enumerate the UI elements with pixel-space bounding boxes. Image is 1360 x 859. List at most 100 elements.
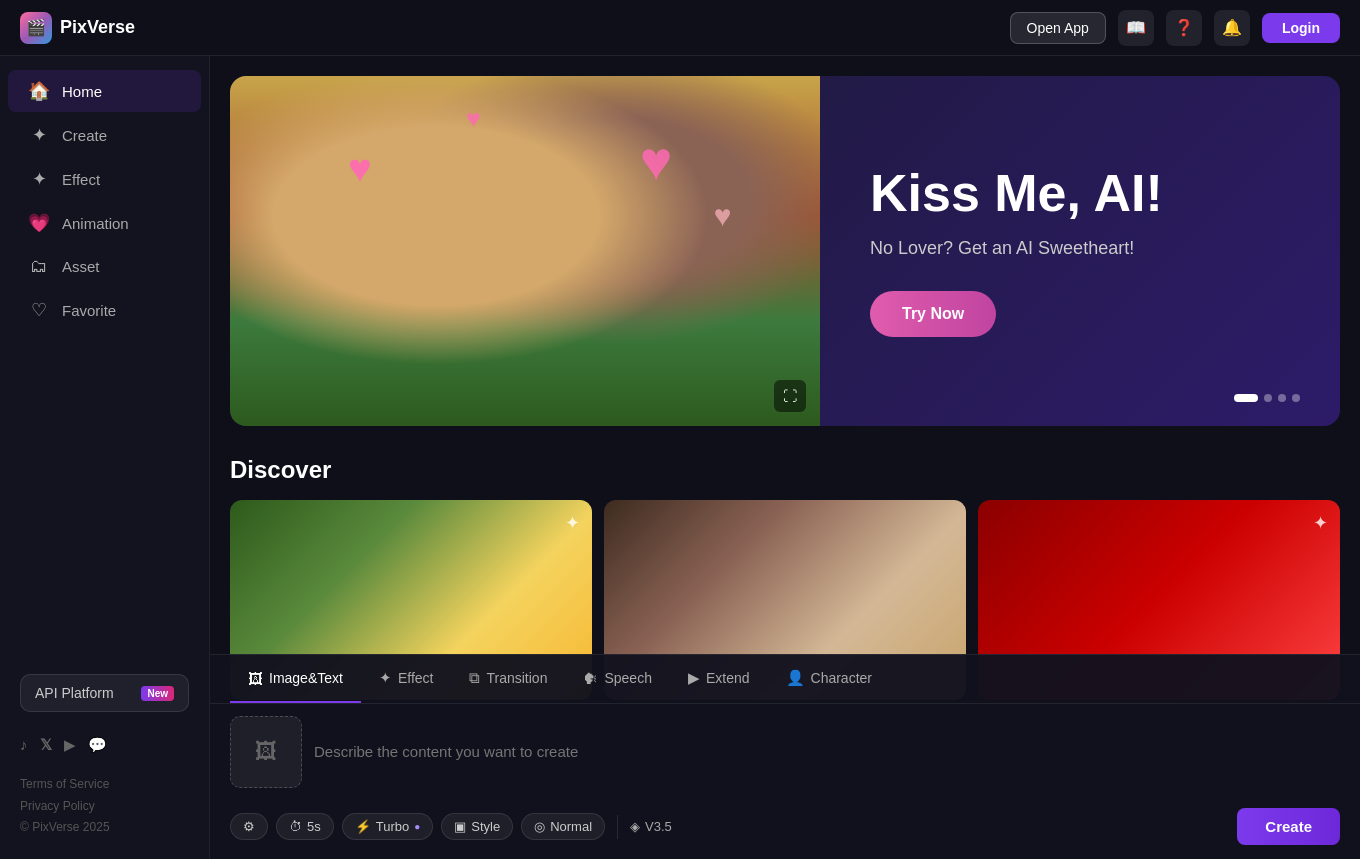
tab-character-label: Character (811, 670, 872, 686)
speech-icon: 🗣 (583, 670, 598, 687)
animation-icon: 💗 (28, 212, 50, 234)
tab-speech-label: Speech (604, 670, 651, 686)
settings-icon: ⚙ (243, 819, 255, 834)
video-card-3-icon: ✦ (1313, 512, 1328, 534)
version-icon: ◈ (630, 819, 640, 834)
sidebar-item-label: Asset (62, 258, 100, 275)
login-button[interactable]: Login (1262, 13, 1340, 43)
new-badge: New (141, 686, 174, 701)
discord-link[interactable]: 💬 (88, 736, 107, 754)
sidebar-item-label: Animation (62, 215, 129, 232)
sidebar-nav: 🏠 Home ✦ Create ✦ Effect 💗 Animation 🗂 A… (0, 68, 209, 662)
privacy-link[interactable]: Privacy Policy (20, 799, 95, 813)
duration-button[interactable]: ⏱ 5s (276, 813, 334, 840)
carousel-dots (1234, 394, 1300, 402)
terms-link[interactable]: Terms of Service (20, 777, 109, 791)
extend-icon: ▶ (688, 669, 700, 687)
sidebar-item-favorite[interactable]: ♡ Favorite (8, 289, 201, 331)
carousel-dot-4[interactable] (1292, 394, 1300, 402)
create-button[interactable]: Create (1237, 808, 1340, 845)
version-label: V3.5 (645, 819, 672, 834)
youtube-link[interactable]: ▶ (64, 736, 76, 754)
create-bar: 🖼 Image&Text ✦ Effect ⧉ Transition 🗣 Spe… (210, 654, 1360, 859)
carousel-dot-1[interactable] (1234, 394, 1258, 402)
prompt-input[interactable] (314, 732, 1340, 772)
footer-links: Terms of Service Privacy Policy © PixVer… (0, 766, 209, 847)
help-icon-button[interactable]: ❓ (1166, 10, 1202, 46)
character-icon: 👤 (786, 669, 805, 687)
copyright: © PixVerse 2025 (20, 817, 189, 839)
tab-extend-label: Extend (706, 670, 750, 686)
api-platform-button[interactable]: API Platform New (20, 674, 189, 712)
transition-icon: ⧉ (469, 669, 480, 687)
api-platform-label: API Platform (35, 685, 114, 701)
home-icon: 🏠 (28, 80, 50, 102)
hero-photo: ♥ ♥ ♥ ♥ (230, 76, 820, 426)
carousel-dot-2[interactable] (1264, 394, 1272, 402)
style-button[interactable]: ▣ Style (441, 813, 513, 840)
app-name: PixVerse (60, 17, 135, 38)
heart-decoration-2: ♥ (640, 129, 673, 193)
tiktok-link[interactable]: ♪ (20, 736, 28, 754)
video-card-1-icon: ✦ (565, 512, 580, 534)
open-app-button[interactable]: Open App (1010, 12, 1106, 44)
turbo-button[interactable]: ⚡ Turbo ● (342, 813, 434, 840)
create-icon: ✦ (28, 124, 50, 146)
tab-character[interactable]: 👤 Character (768, 655, 890, 703)
social-links: ♪ 𝕏 ▶ 💬 (0, 724, 209, 766)
image-text-icon: 🖼 (248, 670, 263, 687)
sidebar-item-label: Favorite (62, 302, 116, 319)
hero-banner: ♥ ♥ ♥ ♥ ⛶ Kiss Me, AI! No Lover? Get an … (230, 76, 1340, 426)
hero-title: Kiss Me, AI! (870, 165, 1290, 222)
discover-title: Discover (230, 456, 1340, 484)
sidebar-item-asset[interactable]: 🗂 Asset (8, 246, 201, 287)
turbo-label: Turbo (376, 819, 409, 834)
try-now-button[interactable]: Try Now (870, 291, 996, 337)
logo-icon: 🎬 (20, 12, 52, 44)
settings-button[interactable]: ⚙ (230, 813, 268, 840)
duration-icon: ⏱ (289, 819, 302, 834)
sidebar-item-animation[interactable]: 💗 Animation (8, 202, 201, 244)
tab-transition[interactable]: ⧉ Transition (451, 655, 565, 703)
image-upload-button[interactable]: 🖼 (230, 716, 302, 788)
sidebar-item-effect[interactable]: ✦ Effect (8, 158, 201, 200)
tab-effect-label: Effect (398, 670, 434, 686)
effect-tab-icon: ✦ (379, 669, 392, 687)
asset-icon: 🗂 (28, 256, 50, 277)
create-options-row: ⚙ ⏱ 5s ⚡ Turbo ● ▣ Style ◎ Normal ◈ V3.5… (210, 800, 1360, 859)
style-label: Style (471, 819, 500, 834)
expand-icon[interactable]: ⛶ (774, 380, 806, 412)
sidebar-item-create[interactable]: ✦ Create (8, 114, 201, 156)
quality-button[interactable]: ◎ Normal (521, 813, 605, 840)
sidebar-item-label: Home (62, 83, 102, 100)
carousel-dot-3[interactable] (1278, 394, 1286, 402)
topnav: 🎬 PixVerse Open App 📖 ❓ 🔔 Login (0, 0, 1360, 56)
tab-extend[interactable]: ▶ Extend (670, 655, 768, 703)
turbo-icon: ⚡ (355, 819, 371, 834)
divider (617, 815, 618, 839)
hero-text-side: Kiss Me, AI! No Lover? Get an AI Sweethe… (820, 76, 1340, 426)
favorite-icon: ♡ (28, 299, 50, 321)
duration-label: 5s (307, 819, 321, 834)
heart-decoration-3: ♥ (714, 199, 732, 233)
sidebar: 🏠 Home ✦ Create ✦ Effect 💗 Animation 🗂 A… (0, 56, 210, 859)
tab-image-text-label: Image&Text (269, 670, 343, 686)
heart-decoration-4: ♥ (466, 104, 481, 133)
style-icon: ▣ (454, 819, 466, 834)
sidebar-item-home[interactable]: 🏠 Home (8, 70, 201, 112)
tab-speech[interactable]: 🗣 Speech (565, 655, 669, 703)
sidebar-footer: API Platform New (0, 662, 209, 724)
book-icon-button[interactable]: 📖 (1118, 10, 1154, 46)
x-link[interactable]: 𝕏 (40, 736, 52, 754)
tab-image-text[interactable]: 🖼 Image&Text (230, 655, 361, 703)
sidebar-item-label: Create (62, 127, 107, 144)
bell-icon-button[interactable]: 🔔 (1214, 10, 1250, 46)
quality-label: Normal (550, 819, 592, 834)
topnav-right: Open App 📖 ❓ 🔔 Login (1010, 10, 1340, 46)
hero-image-side: ♥ ♥ ♥ ♥ ⛶ (230, 76, 820, 426)
effect-icon: ✦ (28, 168, 50, 190)
logo[interactable]: 🎬 PixVerse (20, 12, 135, 44)
hero-subtitle: No Lover? Get an AI Sweetheart! (870, 238, 1290, 259)
tab-effect[interactable]: ✦ Effect (361, 655, 452, 703)
version-badge: ◈ V3.5 (630, 819, 672, 834)
